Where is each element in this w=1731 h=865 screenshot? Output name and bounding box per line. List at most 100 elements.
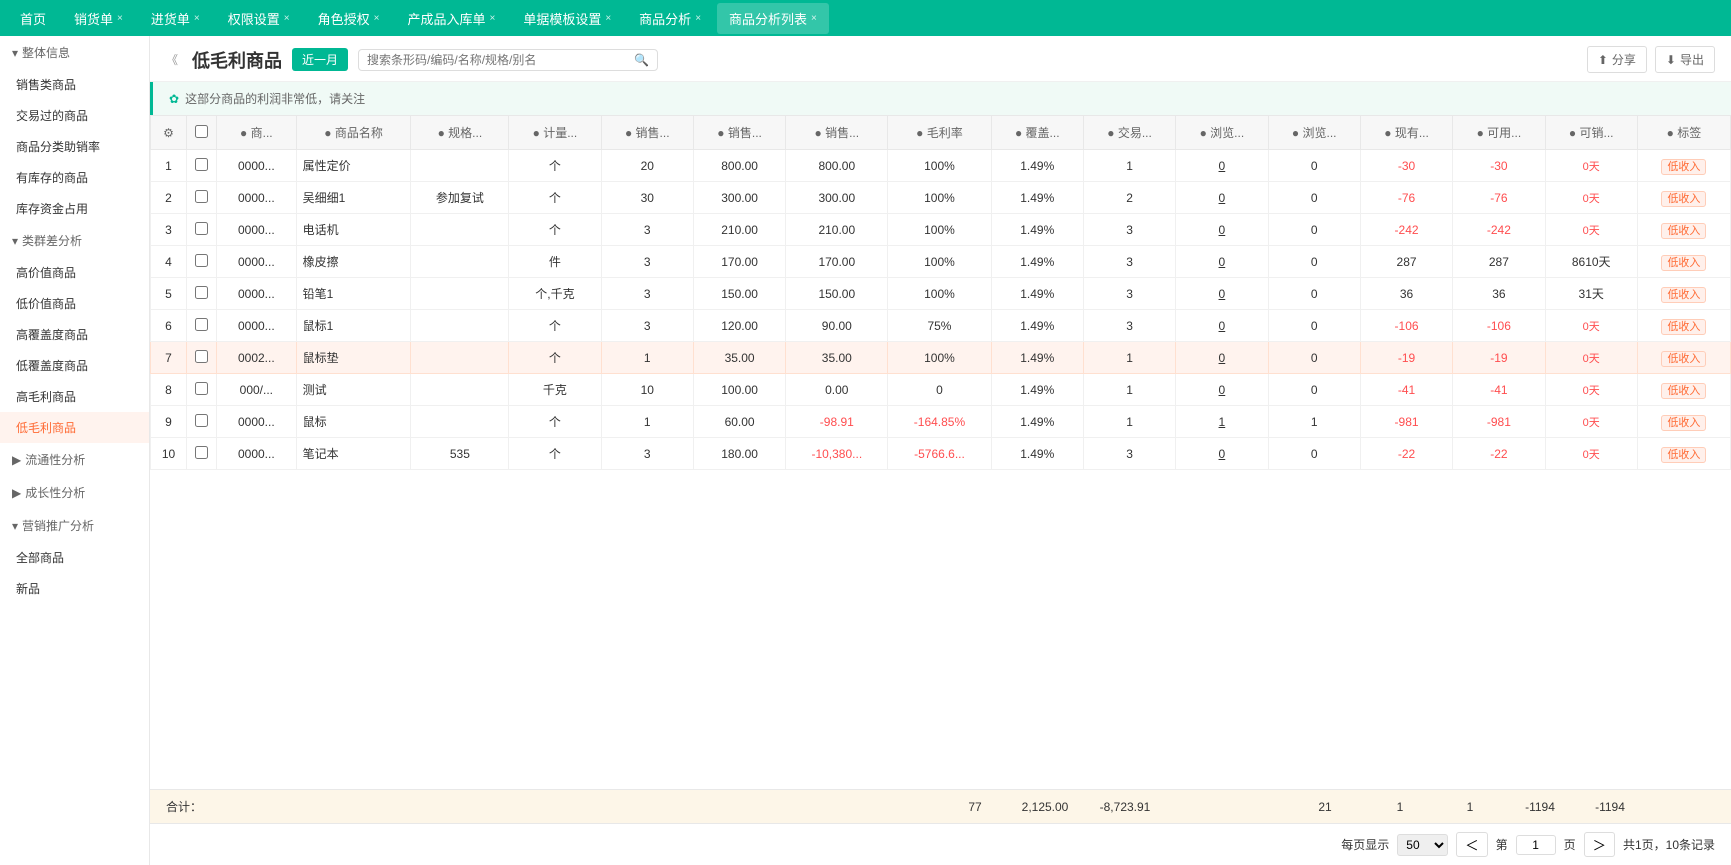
nav-sales-order[interactable]: 销货单 × bbox=[62, 3, 135, 34]
row-select-checkbox[interactable] bbox=[195, 158, 208, 171]
search-input[interactable] bbox=[367, 53, 634, 67]
row-price2: 210.00 bbox=[786, 214, 888, 246]
nav-product-analysis-list[interactable]: 商品分析列表 × bbox=[717, 3, 829, 34]
row-select-checkbox[interactable] bbox=[195, 286, 208, 299]
sidebar-item-stock-capital[interactable]: 库存资金占用 bbox=[0, 193, 149, 224]
row-available: -41 bbox=[1360, 374, 1452, 406]
filter-recent-month-btn[interactable]: 近一月 bbox=[292, 48, 348, 71]
row-checkbox[interactable] bbox=[187, 246, 217, 278]
row-browse1[interactable]: 0 bbox=[1176, 374, 1268, 406]
row-checkbox[interactable] bbox=[187, 406, 217, 438]
row-browse1[interactable]: 0 bbox=[1176, 182, 1268, 214]
column-settings[interactable]: ⚙ bbox=[151, 116, 187, 150]
row-rate: 100% bbox=[888, 342, 991, 374]
close-icon[interactable]: × bbox=[811, 13, 817, 24]
sidebar-item-high-value[interactable]: 高价值商品 bbox=[0, 257, 149, 288]
close-icon[interactable]: × bbox=[695, 13, 701, 24]
row-select-checkbox[interactable] bbox=[195, 414, 208, 427]
row-browse1[interactable]: 0 bbox=[1176, 150, 1268, 182]
share-icon: ⬆ bbox=[1598, 53, 1608, 67]
row-browse1[interactable]: 0 bbox=[1176, 438, 1268, 470]
row-sale-days: 0天 bbox=[1545, 214, 1637, 246]
close-icon[interactable]: × bbox=[605, 13, 611, 24]
sidebar-item-category-rate[interactable]: 商品分类助销率 bbox=[0, 131, 149, 162]
row-checkbox[interactable] bbox=[187, 342, 217, 374]
row-browse1[interactable]: 0 bbox=[1176, 310, 1268, 342]
current-page-input[interactable]: 1 bbox=[1516, 835, 1556, 855]
sidebar-group-liquidity[interactable]: ▶ 流通性分析 bbox=[0, 443, 149, 476]
close-icon[interactable]: × bbox=[284, 13, 290, 24]
row-rate: 75% bbox=[888, 310, 991, 342]
prev-page-btn[interactable]: ＜ bbox=[1456, 832, 1487, 857]
sidebar-item-all-products[interactable]: 全部商品 bbox=[0, 542, 149, 573]
nav-permission-settings[interactable]: 权限设置 × bbox=[216, 3, 302, 34]
row-checkbox[interactable] bbox=[187, 182, 217, 214]
row-browse1[interactable]: 0 bbox=[1176, 278, 1268, 310]
row-available: -19 bbox=[1360, 342, 1452, 374]
close-icon[interactable]: × bbox=[194, 13, 200, 24]
row-available: 287 bbox=[1360, 246, 1452, 278]
gear-icon[interactable]: ⚙ bbox=[163, 126, 174, 140]
row-checkbox[interactable] bbox=[187, 310, 217, 342]
row-browse1[interactable]: 0 bbox=[1176, 246, 1268, 278]
row-select-checkbox[interactable] bbox=[195, 190, 208, 203]
sidebar-collapse-btn[interactable]: 《 bbox=[166, 51, 178, 68]
row-usable: -19 bbox=[1453, 342, 1545, 374]
close-icon[interactable]: × bbox=[489, 13, 495, 24]
sidebar-group-cluster-analysis[interactable]: ▾ 类群差分析 bbox=[0, 224, 149, 257]
nav-product-inbound[interactable]: 产成品入库单 × bbox=[395, 3, 507, 34]
sidebar-item-new-products[interactable]: 新品 bbox=[0, 573, 149, 604]
footer-total-usable: -1194 bbox=[1575, 800, 1645, 814]
row-coverage: 1 bbox=[1083, 342, 1175, 374]
row-name: 吴细细1 bbox=[296, 182, 411, 214]
row-checkbox[interactable] bbox=[187, 214, 217, 246]
nav-product-analysis[interactable]: 商品分析 × bbox=[627, 3, 713, 34]
row-browse1[interactable]: 0 bbox=[1176, 214, 1268, 246]
row-select-checkbox[interactable] bbox=[195, 350, 208, 363]
row-checkbox[interactable] bbox=[187, 438, 217, 470]
share-button[interactable]: ⬆ 分享 bbox=[1587, 46, 1647, 73]
table-row: 5 0000... 铅笔1 个,千克 3 150.00 150.00 100% … bbox=[151, 278, 1731, 310]
select-all-checkbox[interactable] bbox=[195, 125, 208, 138]
col-header-tag: ● 标签 bbox=[1637, 116, 1730, 150]
page-size-select[interactable]: 50 100 200 bbox=[1397, 834, 1448, 856]
sidebar-item-sales-goods[interactable]: 销售类商品 bbox=[0, 69, 149, 100]
search-icon[interactable]: 🔍 bbox=[634, 53, 649, 67]
row-checkbox[interactable] bbox=[187, 150, 217, 182]
row-select-checkbox[interactable] bbox=[195, 318, 208, 331]
column-select-all[interactable] bbox=[187, 116, 217, 150]
sidebar-item-traded-goods[interactable]: 交易过的商品 bbox=[0, 100, 149, 131]
sidebar-item-in-stock-goods[interactable]: 有库存的商品 bbox=[0, 162, 149, 193]
row-select-checkbox[interactable] bbox=[195, 382, 208, 395]
sidebar-item-low-value[interactable]: 低价值商品 bbox=[0, 288, 149, 319]
sidebar-group-overall-info[interactable]: ▾ 整体信息 bbox=[0, 36, 149, 69]
sidebar-group-growth[interactable]: ▶ 成长性分析 bbox=[0, 476, 149, 509]
close-icon[interactable]: × bbox=[374, 13, 380, 24]
nav-role-auth[interactable]: 角色授权 × bbox=[306, 3, 392, 34]
nav-template-settings[interactable]: 单据模板设置 × bbox=[511, 3, 623, 34]
row-rate: 100% bbox=[888, 214, 991, 246]
row-browse1[interactable]: 0 bbox=[1176, 342, 1268, 374]
row-unit: 个,千克 bbox=[509, 278, 601, 310]
nav-purchase-order[interactable]: 进货单 × bbox=[139, 3, 212, 34]
row-select-checkbox[interactable] bbox=[195, 254, 208, 267]
close-icon[interactable]: × bbox=[117, 13, 123, 24]
sidebar-item-high-coverage[interactable]: 高覆盖度商品 bbox=[0, 319, 149, 350]
row-checkbox[interactable] bbox=[187, 278, 217, 310]
sidebar-item-low-coverage[interactable]: 低覆盖度商品 bbox=[0, 350, 149, 381]
sidebar-group-marketing[interactable]: ▾ 营销推广分析 bbox=[0, 509, 149, 542]
next-page-btn[interactable]: ＞ bbox=[1584, 832, 1615, 857]
row-unit: 个 bbox=[509, 406, 601, 438]
nav-home[interactable]: 首页 bbox=[8, 3, 58, 34]
alert-icon: ✿ bbox=[169, 92, 179, 106]
table-row: 6 0000... 鼠标1 个 3 120.00 90.00 75% 1.49%… bbox=[151, 310, 1731, 342]
row-index: 9 bbox=[151, 406, 187, 438]
row-select-checkbox[interactable] bbox=[195, 446, 208, 459]
sidebar-item-high-margin[interactable]: 高毛利商品 bbox=[0, 381, 149, 412]
row-select-checkbox[interactable] bbox=[195, 222, 208, 235]
row-checkbox[interactable] bbox=[187, 374, 217, 406]
row-browse1[interactable]: 1 bbox=[1176, 406, 1268, 438]
sidebar-item-low-margin[interactable]: 低毛利商品 bbox=[0, 412, 149, 443]
row-qty: 3 bbox=[601, 214, 693, 246]
export-button[interactable]: ⬇ 导出 bbox=[1655, 46, 1715, 73]
